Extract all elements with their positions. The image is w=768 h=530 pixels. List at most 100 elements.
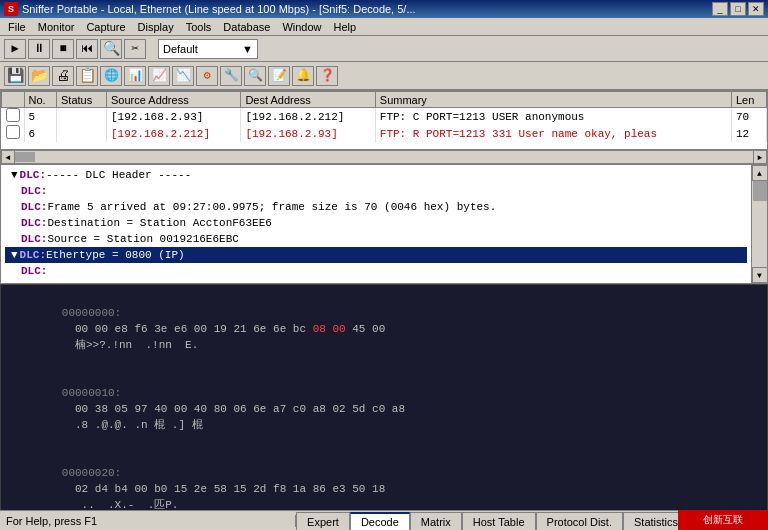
menu-help[interactable]: Help [328, 20, 363, 34]
dlc-label-5: DLC: [21, 233, 47, 245]
close-button[interactable]: ✕ [748, 2, 764, 16]
dlc-text-1: ----- DLC Header ----- [46, 169, 191, 181]
vscroll-up-arrow[interactable]: ▲ [752, 165, 768, 181]
stop-button[interactable]: ■ [52, 39, 74, 59]
row-checkbox-1[interactable] [6, 108, 20, 122]
window-title: Sniffer Portable - Local, Ethernet (Line… [22, 3, 416, 15]
dlc-text-3: Frame 5 arrived at 09:27:00.9975; frame … [47, 201, 496, 213]
col-checkbox [2, 92, 25, 108]
col-dst: Dest Address [241, 92, 375, 108]
decode-line-7[interactable]: DLC: [5, 263, 747, 279]
hscroll-thumb[interactable] [15, 152, 35, 162]
menu-bar: File Monitor Capture Display Tools Datab… [0, 18, 768, 36]
tb2-btn-3[interactable]: 🖨 [52, 66, 74, 86]
tb2-btn-9[interactable]: ⚙ [196, 66, 218, 86]
tb2-btn-11[interactable]: 🔍 [244, 66, 266, 86]
tb2-btn-12[interactable]: 📝 [268, 66, 290, 86]
tb2-btn-6[interactable]: 📊 [124, 66, 146, 86]
vscroll-track[interactable] [753, 181, 767, 267]
decode-line-4[interactable]: DLC: Destination = Station AcctonF63EE6 [5, 215, 747, 231]
maximize-button[interactable]: □ [730, 2, 746, 16]
packet-table: No. Status Source Address Dest Address S… [1, 91, 767, 142]
packet-table-container: No. Status Source Address Dest Address S… [0, 90, 768, 150]
tb2-btn-4[interactable]: 📋 [76, 66, 98, 86]
play-button[interactable]: ▶ [4, 39, 26, 59]
table-row[interactable]: 6 [192.168.2.212] [192.168.2.93] FTP: R … [2, 125, 767, 142]
tab-decode[interactable]: Decode [350, 512, 410, 530]
decode-panel: ▼ DLC: ----- DLC Header ----- DLC: DLC: … [0, 164, 768, 284]
pkt-dst-1: [192.168.2.212] [241, 108, 375, 126]
tb2-btn-2[interactable]: 📂 [28, 66, 50, 86]
tb2-btn-8[interactable]: 📉 [172, 66, 194, 86]
tb2-btn-5[interactable]: 🌐 [100, 66, 122, 86]
pkt-len-1: 70 [732, 108, 767, 126]
menu-window[interactable]: Window [276, 20, 327, 34]
tb2-btn-7[interactable]: 📈 [148, 66, 170, 86]
dlc-label-3: DLC: [21, 201, 47, 213]
pause-button[interactable]: ⏸ [28, 39, 50, 59]
row-checkbox-2[interactable] [6, 125, 20, 139]
decode-line-5[interactable]: DLC: Source = Station 0019216E6EBC [5, 231, 747, 247]
pkt-src-1: [192.168.2.93] [107, 108, 241, 126]
tb2-btn-1[interactable]: 💾 [4, 66, 26, 86]
dlc-text-6: Ethertype = 0800 (IP) [46, 249, 185, 261]
vscroll-thumb[interactable] [753, 181, 767, 201]
pkt-len-2: 12 [732, 125, 767, 142]
pkt-summary-2: FTP: R PORT=1213 331 User name okay, ple… [375, 125, 731, 142]
pkt-no-2: 6 [24, 125, 57, 142]
hscroll-left-arrow[interactable]: ◄ [1, 150, 15, 164]
pkt-dst-2: [192.168.2.93] [241, 125, 375, 142]
dlc-label-4: DLC: [21, 217, 47, 229]
col-status: Status [57, 92, 107, 108]
decode-line-6[interactable]: ▼ DLC: Ethertype = 0800 (IP) [5, 247, 747, 263]
cut-button[interactable]: ✂ [124, 39, 146, 59]
rewind-button[interactable]: ⏮ [76, 39, 98, 59]
tab-protocol-dist[interactable]: Protocol Dist. [536, 512, 623, 530]
hex-dump-panel: 00000000: 00 00 e8 f6 3e e6 00 19 21 6e … [0, 284, 768, 530]
decode-line-3[interactable]: DLC: Frame 5 arrived at 09:27:00.9975; f… [5, 199, 747, 215]
menu-file[interactable]: File [2, 20, 32, 34]
status-tabs: Expert Decode Matrix Host Table Protocol… [296, 511, 689, 530]
menu-tools[interactable]: Tools [180, 20, 218, 34]
dlc-label-7: DLC: [21, 265, 47, 277]
col-len: Len [732, 92, 767, 108]
dlc-label-1: DLC: [20, 169, 46, 181]
decode-line-2[interactable]: DLC: [5, 183, 747, 199]
title-bar: S Sniffer Portable - Local, Ethernet (Li… [0, 0, 768, 18]
main-content: No. Status Source Address Dest Address S… [0, 90, 768, 530]
dlc-text-5: Source = Station 0019216E6EBC [47, 233, 238, 245]
table-row[interactable]: 5 [192.168.2.93] [192.168.2.212] FTP: C … [2, 108, 767, 126]
decode-line-1[interactable]: ▼ DLC: ----- DLC Header ----- [5, 167, 747, 183]
menu-display[interactable]: Display [132, 20, 180, 34]
profile-dropdown[interactable]: Default ▼ [158, 39, 258, 59]
tb2-btn-14[interactable]: ❓ [316, 66, 338, 86]
tab-host-table[interactable]: Host Table [462, 512, 536, 530]
pkt-status-1 [57, 108, 107, 126]
app-icon: S [4, 2, 18, 16]
decode-vscrollbar[interactable]: ▲ ▼ [751, 165, 767, 283]
tab-matrix[interactable]: Matrix [410, 512, 462, 530]
tb2-btn-13[interactable]: 🔔 [292, 66, 314, 86]
hscroll-right-arrow[interactable]: ► [753, 150, 767, 164]
search-button[interactable]: 🔍 [100, 39, 122, 59]
col-src: Source Address [107, 92, 241, 108]
menu-capture[interactable]: Capture [80, 20, 131, 34]
dlc-label-2: DLC: [21, 185, 47, 197]
menu-monitor[interactable]: Monitor [32, 20, 81, 34]
vscroll-down-arrow[interactable]: ▼ [752, 267, 768, 283]
pkt-status-2 [57, 125, 107, 142]
horizontal-scrollbar[interactable]: ◄ ► [0, 150, 768, 164]
tb2-btn-10[interactable]: 🔧 [220, 66, 242, 86]
minimize-button[interactable]: _ [712, 2, 728, 16]
status-help-text: For Help, press F1 [0, 515, 296, 527]
tab-expert[interactable]: Expert [296, 512, 350, 530]
hscroll-track[interactable] [15, 152, 753, 162]
expand-icon-6: ▼ [11, 249, 18, 261]
dlc-text-4: Destination = Station AcctonF63EE6 [47, 217, 271, 229]
expand-icon-1: ▼ [11, 169, 18, 181]
menu-database[interactable]: Database [217, 20, 276, 34]
pkt-summary-1: FTP: C PORT=1213 USER anonymous [375, 108, 731, 126]
decode-content: ▼ DLC: ----- DLC Header ----- DLC: DLC: … [1, 165, 751, 283]
col-summary: Summary [375, 92, 731, 108]
toolbar2: 💾 📂 🖨 📋 🌐 📊 📈 📉 ⚙ 🔧 🔍 📝 🔔 ❓ [0, 62, 768, 90]
